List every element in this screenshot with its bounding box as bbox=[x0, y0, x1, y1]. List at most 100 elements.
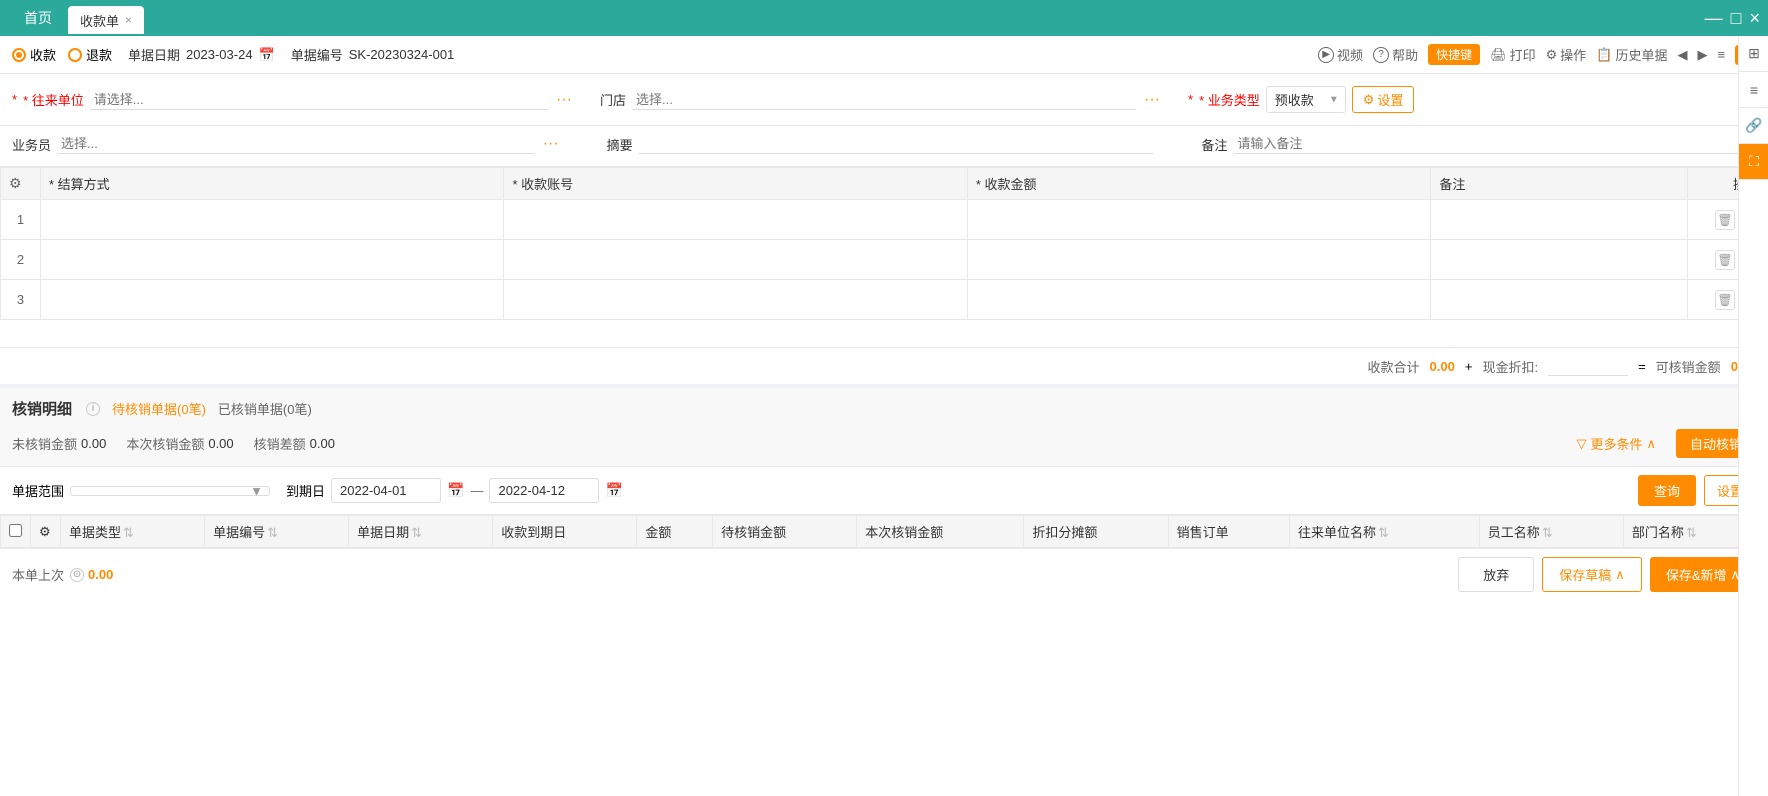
discount-input[interactable] bbox=[1548, 356, 1628, 376]
row-1-note[interactable] bbox=[1431, 200, 1688, 240]
staff-more-btn[interactable]: ··· bbox=[543, 135, 559, 153]
sort-type-icon[interactable]: ⇅ bbox=[123, 525, 134, 540]
row-2-account[interactable] bbox=[504, 240, 967, 280]
operation-label: 操作 bbox=[1560, 45, 1586, 64]
col-amount-label: * 收款金额 bbox=[976, 177, 1037, 192]
abandon-btn[interactable]: 放弃 bbox=[1458, 557, 1534, 592]
cal-from-icon[interactable]: 📅 bbox=[447, 482, 464, 499]
current-verify-label: 本次核销金额 bbox=[126, 434, 204, 453]
video-action[interactable]: ▶ 视频 bbox=[1318, 45, 1363, 64]
row-1-settlement[interactable] bbox=[41, 200, 504, 240]
sort-number-icon[interactable]: ⇅ bbox=[267, 525, 278, 540]
history-action[interactable]: 📋 历史单据 bbox=[1596, 45, 1667, 64]
tab-home[interactable]: 首页 bbox=[8, 0, 68, 36]
row-3-account[interactable] bbox=[504, 280, 967, 320]
col-settlement-label: * 结算方式 bbox=[49, 177, 110, 192]
bottom-col-discount: 折扣分摊额 bbox=[1024, 516, 1168, 548]
view-list-icon[interactable]: ≡ bbox=[1718, 47, 1726, 62]
note-input[interactable] bbox=[1233, 134, 1748, 154]
calendar-icon[interactable]: 📅 bbox=[259, 47, 275, 63]
receipt-table: ⚙ * 结算方式 * 收款账号 * 收款金额 备注 操作 1 bbox=[0, 167, 1768, 320]
counterpart-input[interactable] bbox=[90, 90, 548, 110]
row-3-amount[interactable] bbox=[967, 280, 1430, 320]
window-expand-icon[interactable]: □ bbox=[1731, 8, 1742, 29]
tab-close-icon[interactable]: × bbox=[125, 13, 132, 27]
save-draft-btn[interactable]: 保存草稿 ∧ bbox=[1542, 557, 1642, 592]
row-1-account[interactable] bbox=[504, 200, 967, 240]
pending-tab[interactable]: 待核销单据(0笔) bbox=[112, 399, 206, 418]
col-pending-label: 待核销金额 bbox=[721, 525, 786, 540]
date-from-input[interactable] bbox=[331, 478, 441, 503]
row-1-amount[interactable] bbox=[967, 200, 1430, 240]
radio-refund[interactable]: 退款 bbox=[68, 45, 112, 64]
col-gear[interactable]: ⚙ bbox=[1, 168, 41, 200]
range-select[interactable]: ▼ bbox=[70, 486, 270, 496]
nav-next[interactable]: ▶ bbox=[1698, 47, 1708, 63]
info-icon[interactable]: ⊙ bbox=[70, 568, 84, 582]
verifiable-label: 可核销金额 bbox=[1656, 357, 1721, 376]
sidebar-screen-icon[interactable]: ⛶ bbox=[1739, 144, 1768, 180]
row-3-settlement[interactable] bbox=[41, 280, 504, 320]
bottom-col-gear[interactable]: ⚙ bbox=[31, 516, 61, 548]
bottom-table: ⚙ 单据类型⇅ 单据编号⇅ 单据日期⇅ 收款到期日 金额 待核销金额 本次核销金… bbox=[0, 515, 1768, 548]
counterpart-more-btn[interactable]: ··· bbox=[556, 91, 572, 109]
sidebar-attachment-icon[interactable]: 🔗 bbox=[1739, 108, 1768, 144]
settings-button[interactable]: ⚙ 设置 bbox=[1352, 86, 1415, 113]
settings-btn-label: 设置 bbox=[1377, 90, 1403, 109]
row-3-delete-icon[interactable]: 🗑 bbox=[1715, 290, 1735, 310]
business-type-value: 预收款 bbox=[1275, 93, 1314, 108]
unverified-stat: 未核销金额 0.00 bbox=[12, 434, 106, 453]
query-btn[interactable]: 查询 bbox=[1638, 475, 1696, 506]
window-minimize-icon[interactable]: — bbox=[1705, 8, 1723, 29]
cal-to-icon[interactable]: 📅 bbox=[605, 482, 622, 499]
sort-staff-icon[interactable]: ⇅ bbox=[1542, 525, 1553, 540]
store-label: 门店 bbox=[600, 90, 626, 109]
bottom-gear-icon[interactable]: ⚙ bbox=[39, 524, 51, 539]
row-2-settlement[interactable] bbox=[41, 240, 504, 280]
bottom-col-staff: 员工名称⇅ bbox=[1479, 516, 1623, 548]
nav-prev[interactable]: ◀ bbox=[1678, 47, 1688, 63]
row-3-note[interactable] bbox=[1431, 280, 1688, 320]
sort-dept-icon[interactable]: ⇅ bbox=[1686, 525, 1697, 540]
summary-input[interactable] bbox=[639, 134, 1154, 154]
store-more-btn[interactable]: ··· bbox=[1144, 91, 1160, 109]
verification-info-icon[interactable]: i bbox=[86, 402, 100, 416]
shortcut-btn[interactable]: 快捷键 bbox=[1428, 44, 1480, 65]
verification-title: 核销明细 bbox=[12, 398, 72, 419]
form-fields-row1: * * 往来单位 ··· 门店 ··· * * 业务类型 预收款 ▼ ⚙ 设置 bbox=[0, 74, 1768, 126]
print-action[interactable]: 🖨 打印 bbox=[1490, 45, 1536, 64]
window-close-icon[interactable]: × bbox=[1749, 8, 1760, 29]
sidebar-table-icon[interactable]: ⊞ bbox=[1739, 36, 1768, 72]
help-action[interactable]: ? 帮助 bbox=[1373, 45, 1418, 64]
date-value[interactable]: 2023-03-24 bbox=[186, 47, 253, 62]
sort-date-icon[interactable]: ⇅ bbox=[411, 525, 422, 540]
print-label: 打印 bbox=[1510, 45, 1536, 64]
more-conditions-btn[interactable]: ▽ 更多条件 ∧ bbox=[1576, 434, 1656, 453]
staff-input[interactable] bbox=[57, 134, 535, 154]
bottom-right-actions: 放弃 保存草稿 ∧ 保存&新增 ∧ bbox=[1458, 557, 1756, 592]
save-draft-arrow-icon[interactable]: ∧ bbox=[1615, 567, 1625, 583]
date-to-input[interactable] bbox=[489, 478, 599, 503]
counterpart-label: * 往来单位 bbox=[23, 90, 84, 109]
business-type-label: * 业务类型 bbox=[1199, 90, 1260, 109]
store-input[interactable] bbox=[632, 90, 1136, 110]
sidebar-list-icon[interactable]: ≡ bbox=[1739, 72, 1768, 108]
row-2-amount[interactable] bbox=[967, 240, 1430, 280]
col-note: 备注 bbox=[1431, 168, 1688, 200]
note-label: 备注 bbox=[1201, 135, 1227, 154]
completed-tab[interactable]: 已核销单据(0笔) bbox=[218, 399, 312, 418]
tab-current[interactable]: 收款单 × bbox=[68, 6, 144, 34]
business-type-select[interactable]: 预收款 ▼ bbox=[1266, 86, 1346, 113]
select-all-checkbox[interactable] bbox=[9, 524, 22, 537]
sort-counterpart-icon[interactable]: ⇅ bbox=[1378, 525, 1389, 540]
row-2-delete-icon[interactable]: 🗑 bbox=[1715, 250, 1735, 270]
operation-action[interactable]: ⚙ 操作 bbox=[1546, 45, 1587, 64]
row-1-delete-icon[interactable]: 🗑 bbox=[1715, 210, 1735, 230]
bottom-col-amount: 金额 bbox=[637, 516, 713, 548]
equals-sign: = bbox=[1638, 359, 1646, 374]
bottom-col-counterpart: 往来单位名称⇅ bbox=[1290, 516, 1480, 548]
table-gear-icon[interactable]: ⚙ bbox=[9, 175, 22, 191]
row-2-note[interactable] bbox=[1431, 240, 1688, 280]
radio-receipt[interactable]: 收款 bbox=[12, 45, 56, 64]
bottom-col-checkbox[interactable] bbox=[1, 516, 31, 548]
